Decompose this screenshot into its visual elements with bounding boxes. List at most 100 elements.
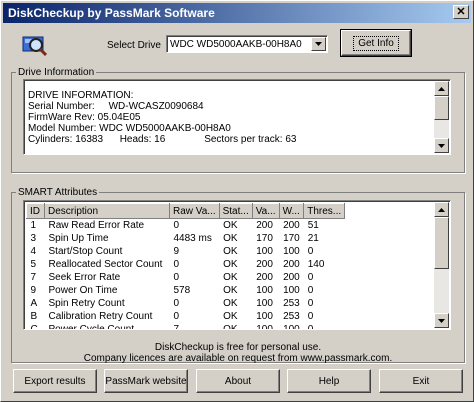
drive-select-dropdown[interactable]: WDC WD5000AAKB-00H8A0 [166,35,328,53]
table-row[interactable]: 9 Power On Time 578 OK 100 100 0 [27,284,345,297]
table-cell: 100 [283,246,300,257]
magnifier-disk-icon [22,36,47,57]
table-cell: B [30,311,38,322]
scroll-down-button[interactable] [434,138,449,153]
select-drive-label: Select Drive [107,40,161,51]
drive-info-scrollbar[interactable] [434,81,449,153]
drive-info-textbox[interactable]: DRIVE INFORMATION: Serial Number: WD-WCA… [23,79,451,155]
table-cell: 1 [30,220,37,231]
table-cell: OK [223,324,238,330]
column-header[interactable]: W... [278,203,305,219]
table-row[interactable]: 7 Seek Error Rate 0 OK 200 200 0 [27,271,345,284]
table-cell: 4 [30,246,37,257]
smart-attributes-list[interactable]: ID Description Raw Va... Stat... Va... W… [23,200,451,330]
footer-company-text: Company licences are available on reques… [83,353,393,364]
scroll-up-button[interactable] [434,81,449,96]
table-cell: Seek Error Rate [48,272,121,283]
about-button[interactable]: About [196,369,280,393]
table-cell: 0 [307,311,314,322]
table-cell: 170 [283,233,300,244]
table-row[interactable]: B Calibration Retry Count 0 OK 100 253 0 [27,310,345,323]
arrow-up-icon [438,86,445,91]
table-cell: 578 [173,285,191,296]
scroll-thumb[interactable] [434,217,449,269]
smart-scrollbar[interactable] [434,202,449,328]
column-header[interactable]: Stat... [218,203,253,219]
export-results-label: Export results [24,375,86,387]
arrow-up-icon [438,207,445,212]
smart-table: ID Description Raw Va... Stat... Va... W… [26,203,346,330]
table-cell: 5 [30,259,37,270]
info-line: FirmWare Rev: 05.04E05 [28,112,141,123]
export-results-button[interactable]: Export results [13,369,97,393]
scroll-thumb[interactable] [434,96,449,120]
table-cell: 0 [307,298,314,309]
table-cell: OK [223,233,238,244]
drive-information-legend: Drive Information [18,67,95,78]
table-cell: 0 [307,246,314,257]
close-icon: ✕ [456,5,466,18]
smart-attributes-legend: SMART Attributes [18,187,98,198]
table-cell: 0 [307,324,314,330]
close-button[interactable]: ✕ [453,5,469,19]
exit-button[interactable]: Exit [379,369,463,393]
title-bar[interactable]: DiskCheckup by PassMark Software ✕ [3,3,471,23]
help-label: Help [318,375,340,387]
table-cell: Reallocated Sector Count [48,259,163,270]
table-cell: OK [223,220,238,231]
table-cell: 51 [307,220,319,231]
table-cell: 0 [173,298,180,309]
table-cell: 200 [256,259,273,270]
table-row[interactable]: 3 Spin Up Time 4483 ms OK 170 170 21 [27,232,345,245]
drive-info-text: DRIVE INFORMATION: Serial Number: WD-WCA… [28,90,296,145]
table-row[interactable]: C Power Cycle Count 7 OK 100 100 0 [27,323,345,330]
table-row[interactable]: 1 Raw Read Error Rate 0 OK 200 200 51 [27,219,345,233]
table-cell: OK [223,298,238,309]
arrow-down-icon [438,143,445,148]
table-cell: 200 [283,259,300,270]
table-cell: Spin Up Time [48,233,109,244]
table-cell: Power Cycle Count [48,324,135,330]
help-button[interactable]: Help [287,369,371,393]
table-cell: 7 [173,324,180,330]
scroll-up-button[interactable] [434,202,449,217]
drive-select-value: WDC WD5000AAKB-00H8A0 [170,38,302,50]
info-line: Serial Number: WD-WCASZ0090684 [28,101,204,112]
table-cell: 0 [173,259,180,270]
table-cell: 100 [256,298,273,309]
table-cell: 4483 ms [173,233,212,244]
table-cell: Spin Retry Count [48,298,125,309]
table-cell: Calibration Retry Count [48,311,153,322]
table-cell: 100 [256,246,273,257]
column-header[interactable]: Raw Va... [169,203,220,219]
column-header[interactable]: Thres... [303,203,346,219]
passmark-website-button[interactable]: PassMark website [104,369,188,393]
column-header[interactable]: Description [44,203,170,219]
table-cell: 100 [256,324,273,330]
column-header[interactable]: ID [26,203,45,219]
table-cell: 0 [173,272,180,283]
smart-header-row: ID Description Raw Va... Stat... Va... W… [26,203,346,219]
footer-license-text: DiskCheckup is free for personal use. [154,342,322,353]
table-cell: A [30,298,38,309]
dropdown-button[interactable] [311,37,326,51]
get-info-label: Get Info [353,35,399,51]
table-cell: OK [223,285,238,296]
info-line: DRIVE INFORMATION: [28,90,134,101]
table-cell: 170 [256,233,273,244]
column-header[interactable]: Va... [251,203,280,219]
table-cell: 9 [173,246,180,257]
table-row[interactable]: 4 Start/Stop Count 9 OK 100 100 0 [27,245,345,258]
table-cell: 0 [173,220,180,231]
table-cell: 200 [256,220,273,231]
about-label: About [224,375,252,387]
passmark-website-label: PassMark website [105,375,187,387]
scroll-down-button[interactable] [434,313,449,328]
get-info-button[interactable]: Get Info [340,29,412,57]
table-cell: 200 [283,220,300,231]
table-cell: 0 [307,285,314,296]
table-cell: OK [223,246,238,257]
table-row[interactable]: 5 Reallocated Sector Count 0 OK 200 200 140 [27,258,345,271]
table-row[interactable]: A Spin Retry Count 0 OK 100 253 0 [27,297,345,310]
table-cell: 0 [173,311,180,322]
